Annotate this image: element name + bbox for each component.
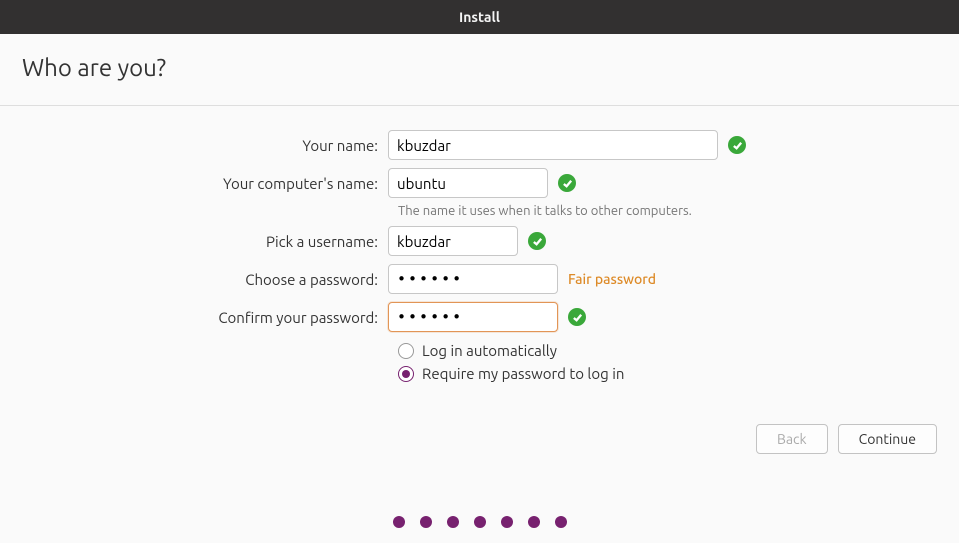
page-header: Who are you? [0,34,959,106]
password-input[interactable] [388,264,558,294]
progress-indicator [393,516,567,528]
progress-dot [501,516,513,528]
confirm-label: Confirm your password: [0,309,388,326]
computer-label: Your computer's name: [0,175,388,192]
confirm-password-input[interactable] [388,302,558,332]
progress-dot [555,516,567,528]
computer-hint: The name it uses when it talks to other … [398,204,959,218]
name-input[interactable] [388,130,718,160]
back-button: Back [756,424,828,454]
progress-dot [420,516,432,528]
login-auto-label: Log in automatically [422,342,557,359]
check-icon [558,174,576,192]
user-form: Your name: Your computer's name: The nam… [0,106,959,382]
login-password-radio[interactable] [398,366,414,382]
window-title: Install [459,9,500,25]
progress-dot [528,516,540,528]
password-strength: Fair password [568,271,656,287]
name-label: Your name: [0,137,388,154]
check-icon [528,232,546,250]
login-password-label: Require my password to log in [422,365,624,382]
button-bar: Back Continue [756,424,937,454]
password-label: Choose a password: [0,271,388,288]
computer-name-input[interactable] [388,168,548,198]
login-auto-radio[interactable] [398,343,414,359]
continue-button[interactable]: Continue [838,424,937,454]
window-titlebar: Install [0,0,959,34]
username-label: Pick a username: [0,233,388,250]
check-icon [728,136,746,154]
username-input[interactable] [388,226,518,256]
progress-dot [474,516,486,528]
progress-dot [447,516,459,528]
page-title: Who are you? [22,54,937,81]
check-icon [568,308,586,326]
progress-dot [393,516,405,528]
